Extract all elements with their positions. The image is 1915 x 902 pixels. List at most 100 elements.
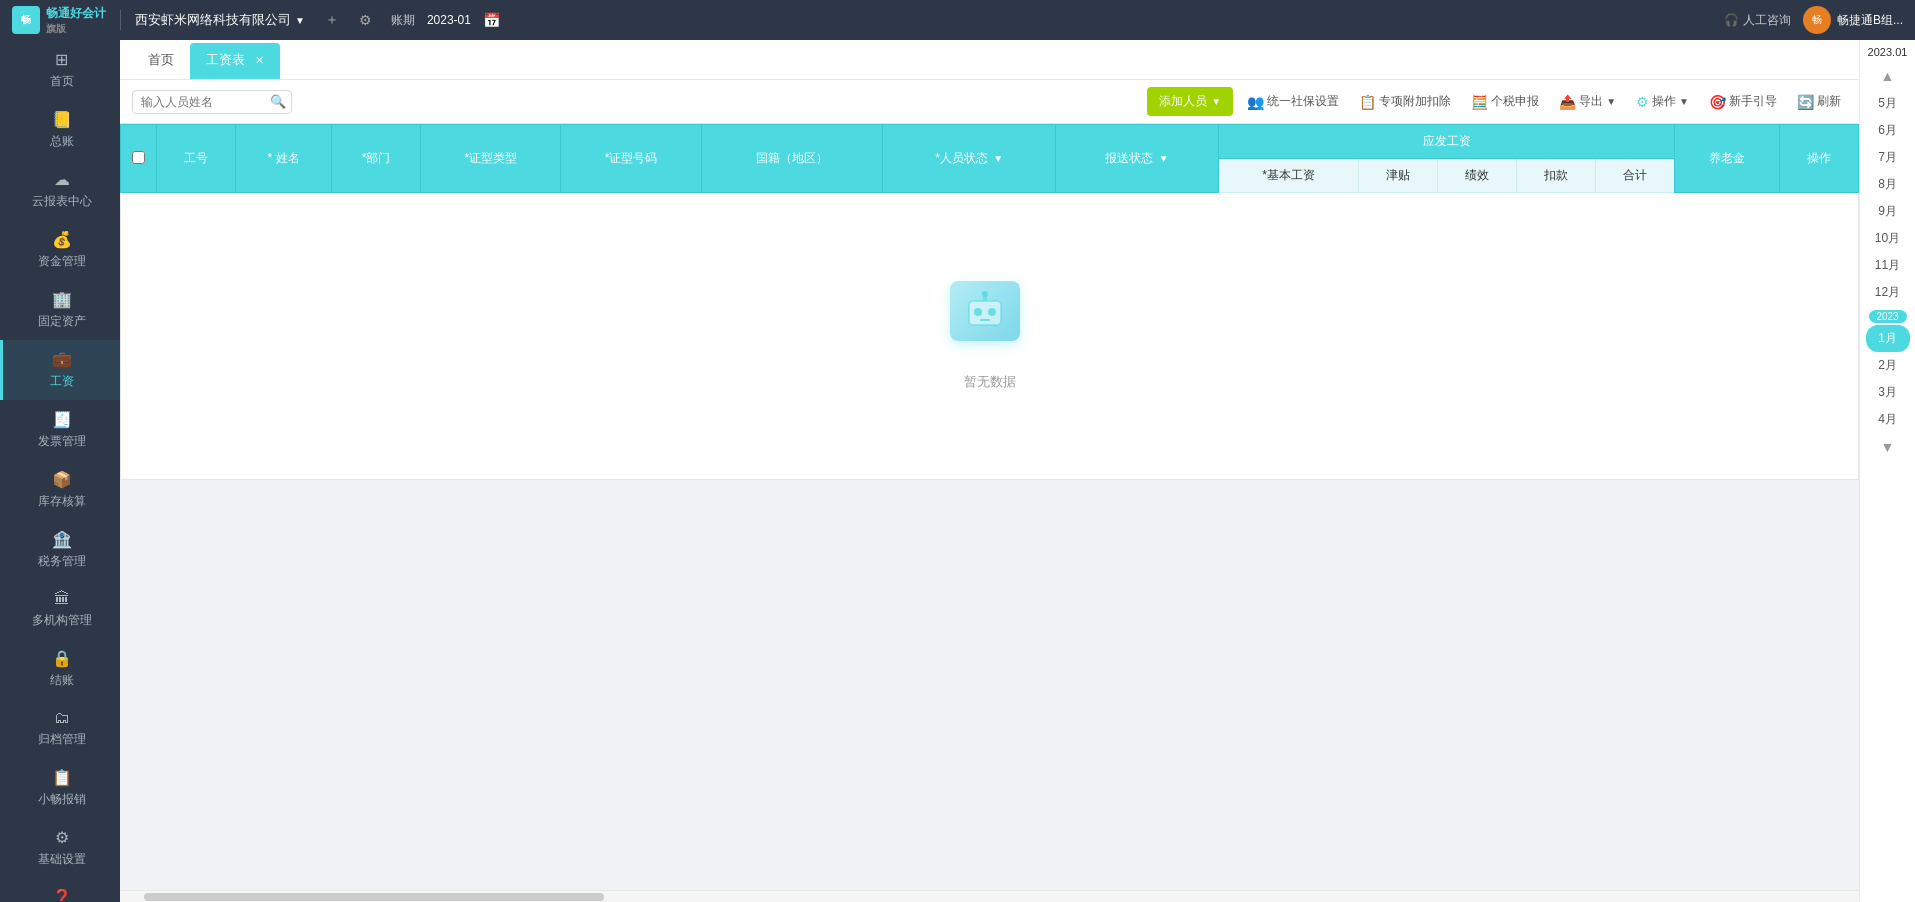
salary-icon: 💼 <box>52 350 72 369</box>
sidebar-item-invoice[interactable]: 🧾 发票管理 <box>0 400 120 460</box>
add-person-button[interactable]: 添加人员 ▼ <box>1147 87 1233 116</box>
cal-month-2022-12[interactable]: 12月 <box>1866 279 1910 306</box>
empty-text: 暂无数据 <box>964 373 1016 391</box>
h-scrollbar[interactable] <box>120 890 1859 902</box>
svg-rect-0 <box>969 301 1001 325</box>
sidebar-item-label-invoice: 发票管理 <box>38 433 86 450</box>
main-layout: ⊞ 首页 📒 总账 ☁ 云报表中心 💰 资金管理 🏢 固定资产 💼 工资 🧾 发… <box>0 40 1915 902</box>
sidebar-item-home[interactable]: ⊞ 首页 <box>0 40 120 100</box>
tab-home[interactable]: 首页 <box>132 43 190 79</box>
col-name: * 姓名 <box>236 125 332 193</box>
period-value: 2023-01 <box>427 13 471 27</box>
chevron-down-icon: ▼ <box>295 15 305 26</box>
archive-icon: 🗂 <box>54 709 70 727</box>
avatar: 畅 <box>1803 6 1831 34</box>
cal-month-2023-01[interactable]: 1月 <box>1866 325 1910 352</box>
export-icon: 📤 <box>1559 94 1576 110</box>
operations-icon: ⚙ <box>1636 94 1649 110</box>
sidebar-item-fund[interactable]: 💰 资金管理 <box>0 220 120 280</box>
sidebar-item-cloud-report[interactable]: ☁ 云报表中心 <box>0 160 120 220</box>
cal-month-2022-09[interactable]: 9月 <box>1866 198 1910 225</box>
operations-chevron: ▼ <box>1679 96 1689 107</box>
export-btn[interactable]: 📤 导出 ▼ <box>1553 89 1622 114</box>
cal-month-2022-11[interactable]: 11月 <box>1866 252 1910 279</box>
sidebar-item-label-fund: 资金管理 <box>38 253 86 270</box>
guide-icon: ❓ <box>52 888 72 902</box>
divider-1 <box>120 10 121 30</box>
settings-sidebar-icon: ⚙ <box>55 828 69 847</box>
cal-month-2023-04[interactable]: 4月 <box>1866 406 1910 433</box>
sidebar-item-archive[interactable]: 🗂 归档管理 <box>0 699 120 758</box>
sidebar-item-ledger[interactable]: 📒 总账 <box>0 100 120 160</box>
expense-icon: 📋 <box>52 768 72 787</box>
cal-month-2022-07[interactable]: 7月 <box>1866 144 1910 171</box>
col-id: 工号 <box>157 125 236 193</box>
report-filter-icon[interactable]: ▼ <box>1159 153 1169 164</box>
col-report-status: 报送状态 ▼ <box>1056 125 1219 193</box>
refresh-btn[interactable]: 🔄 刷新 <box>1791 89 1847 114</box>
guide-btn[interactable]: 🎯 新手引导 <box>1703 89 1783 114</box>
settings-icon[interactable]: ⚙ <box>353 7 379 33</box>
special-deduct-btn[interactable]: 📋 专项附加扣除 <box>1353 89 1457 114</box>
headset-icon: 🎧 <box>1724 13 1739 27</box>
col-total: 合计 <box>1596 159 1675 193</box>
tab-salary-table-label: 工资表 <box>206 51 245 69</box>
sidebar-item-multi-org[interactable]: 🏛 多机构管理 <box>0 580 120 639</box>
col-gross-salary-group: 应发工资 <box>1218 125 1674 159</box>
invoice-icon: 🧾 <box>52 410 72 429</box>
cal-month-2022-08[interactable]: 8月 <box>1866 171 1910 198</box>
sidebar-item-salary[interactable]: 💼 工资 <box>0 340 120 400</box>
col-dept: *部门 <box>332 125 421 193</box>
col-base-salary: *基本工资 <box>1218 159 1358 193</box>
company-selector[interactable]: 西安虾米网络科技有限公司 ▼ <box>129 9 311 31</box>
sidebar-item-close[interactable]: 🔒 结账 <box>0 639 120 699</box>
cal-prev-btn[interactable]: ▲ <box>1876 64 1900 88</box>
logo-icon: 畅 <box>12 6 40 34</box>
inventory-icon: 📦 <box>52 470 72 489</box>
fixed-asset-icon: 🏢 <box>52 290 72 309</box>
col-id-no: *证型号码 <box>561 125 701 193</box>
search-icon[interactable]: 🔍 <box>270 94 286 109</box>
status-filter-icon[interactable]: ▼ <box>993 153 1003 164</box>
content-area: 首页 工资表 ✕ 🔍 添加人员 ▼ 👥 统一社保设置 📋 <box>120 40 1859 902</box>
social-security-btn[interactable]: 👥 统一社保设置 <box>1241 89 1345 114</box>
help-btn[interactable]: 🎧 人工咨询 <box>1724 12 1791 29</box>
sidebar-item-guide[interactable]: ❓ 新手引导 <box>0 878 120 902</box>
search-input[interactable] <box>132 90 292 114</box>
sidebar-item-settings[interactable]: ⚙ 基础设置 <box>0 818 120 878</box>
sidebar-item-label-fixed-asset: 固定资产 <box>38 313 86 330</box>
export-label: 导出 <box>1579 93 1603 110</box>
cal-month-2022-10[interactable]: 10月 <box>1866 225 1910 252</box>
social-security-icon: 👥 <box>1247 94 1264 110</box>
cal-month-2023-03[interactable]: 3月 <box>1866 379 1910 406</box>
salary-table: 工号 * 姓名 *部门 *证型类型 *证型号码 国籍（地区） *人员状态 ▼ 报… <box>120 124 1859 480</box>
select-all-checkbox[interactable] <box>132 151 145 164</box>
operations-btn[interactable]: ⚙ 操作 ▼ <box>1630 89 1695 114</box>
tab-close-btn[interactable]: ✕ <box>255 54 264 67</box>
empty-icon-inner <box>950 281 1020 341</box>
calendar-icon[interactable]: 📅 <box>479 7 505 33</box>
cal-month-2022-06[interactable]: 6月 <box>1866 117 1910 144</box>
multi-org-icon: 🏛 <box>54 590 70 608</box>
user-menu[interactable]: 畅 畅捷通B组... <box>1803 6 1903 34</box>
top-bar: 畅 畅通好会计 旗版 西安虾米网络科技有限公司 ▼ ＋ ⚙ 账期 2023-01… <box>0 0 1915 40</box>
cal-month-2022-05[interactable]: 5月 <box>1866 90 1910 117</box>
sidebar-item-inventory[interactable]: 📦 库存核算 <box>0 460 120 520</box>
svg-point-5 <box>982 291 988 297</box>
personal-tax-label: 个税申报 <box>1491 93 1539 110</box>
sidebar-item-tax[interactable]: 🏦 税务管理 <box>0 520 120 580</box>
cal-year-display: 2023.01 <box>1866 40 1910 62</box>
add-company-btn[interactable]: ＋ <box>319 7 345 33</box>
sidebar-item-expense[interactable]: 📋 小畅报销 <box>0 758 120 818</box>
h-scrollbar-thumb[interactable] <box>144 893 604 901</box>
sidebar-item-label-inventory: 库存核算 <box>38 493 86 510</box>
sidebar-item-fixed-asset[interactable]: 🏢 固定资产 <box>0 280 120 340</box>
sidebar-item-label-salary: 工资 <box>50 373 74 390</box>
social-security-label: 统一社保设置 <box>1267 93 1339 110</box>
cal-next-btn[interactable]: ▼ <box>1876 435 1900 459</box>
tab-salary-table[interactable]: 工资表 ✕ <box>190 43 280 79</box>
export-chevron: ▼ <box>1606 96 1616 107</box>
cal-month-2023-02[interactable]: 2月 <box>1866 352 1910 379</box>
col-nationality: 国籍（地区） <box>701 125 883 193</box>
personal-tax-btn[interactable]: 🧮 个税申报 <box>1465 89 1545 114</box>
